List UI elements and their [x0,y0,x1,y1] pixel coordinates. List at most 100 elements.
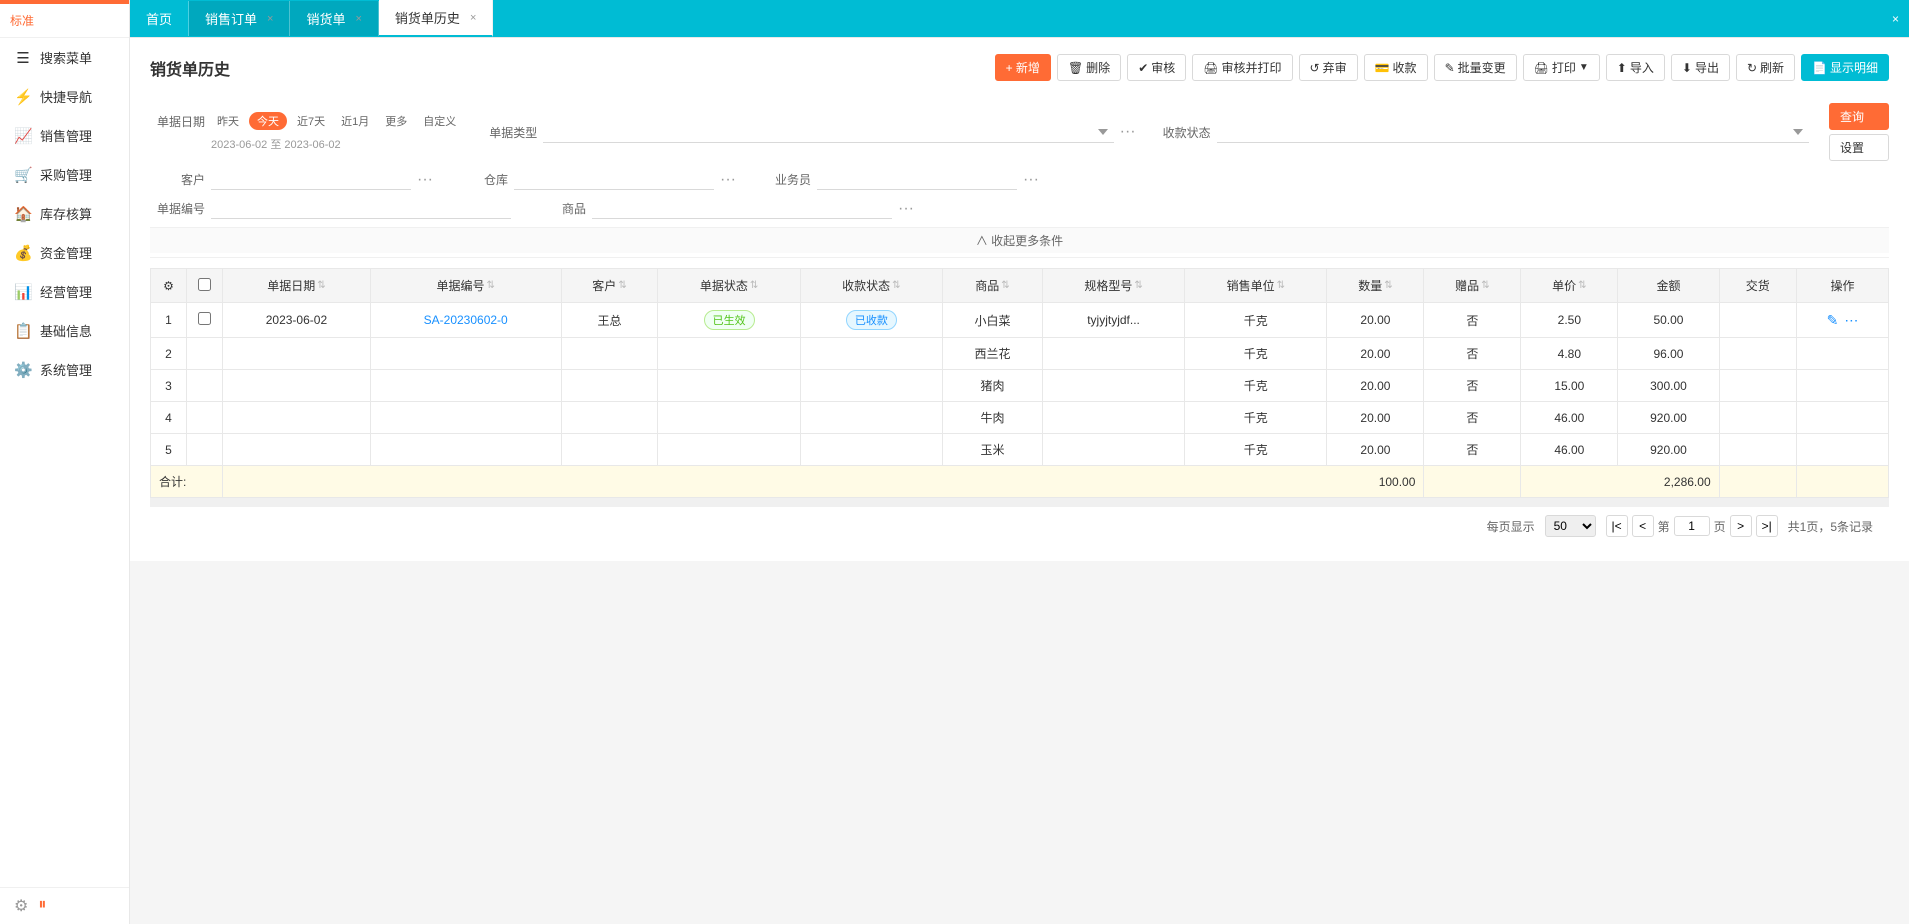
prev-page-btn[interactable]: < [1632,515,1654,537]
delete-button[interactable]: 🗑 删除 [1057,54,1121,81]
doc-number-input[interactable] [211,198,511,219]
collect-status-select[interactable] [1217,122,1809,143]
customer-dots[interactable]: ··· [417,171,433,189]
row-doc-status [658,370,800,402]
row-checkbox[interactable] [187,303,223,338]
pause-bottom-icon[interactable]: ⏸ [38,896,46,916]
sidebar-item-operations[interactable]: 📊 经营管理 [0,272,129,311]
th-doc-status[interactable]: 单据状态⇅ [658,269,800,303]
goods-dots[interactable]: ··· [898,200,914,218]
date-7days[interactable]: 近7天 [291,112,331,130]
date-yesterday[interactable]: 昨天 [211,112,245,130]
action-icons: ✎ ⋯ [1805,312,1880,329]
sidebar-item-quick-nav[interactable]: ⚡ 快捷导航 [0,77,129,116]
doc-number-link[interactable]: SA-20230602-0 [424,313,508,327]
row-checkbox[interactable] [187,402,223,434]
doc-type-select[interactable] [543,122,1113,143]
tab-sales-delivery-close[interactable]: × [355,13,361,25]
refresh-button[interactable]: ↻ 刷新 [1736,54,1795,81]
collapse-row[interactable]: ∧ 收起更多条件 [150,227,1889,253]
tab-sales-history[interactable]: 销货单历史 × [379,0,493,37]
query-button[interactable]: 查询 [1829,103,1889,130]
date-today[interactable]: 今天 [249,112,287,130]
row-doc-number[interactable] [370,434,561,466]
sort-unit-price-icon: ⇅ [1578,280,1586,291]
scrollbar-inner [150,498,1889,499]
row-doc-number[interactable] [370,402,561,434]
table-footer: 每页显示 50 100 200 |< < 第 页 > >| 共1页，5条记录 [150,506,1889,545]
row-checkbox[interactable] [187,370,223,402]
goods-input[interactable] [592,198,892,219]
delete-icon: 🗑 [1068,61,1083,75]
row-doc-number[interactable]: SA-20230602-0 [370,303,561,338]
th-doc-number[interactable]: 单据编号⇅ [370,269,561,303]
edit-action-icon[interactable]: ✎ [1827,312,1839,329]
first-page-btn[interactable]: |< [1606,515,1628,537]
th-spec[interactable]: 规格型号⇅ [1042,269,1184,303]
th-unit-price[interactable]: 单价⇅ [1521,269,1618,303]
sort-gift-icon: ⇅ [1481,280,1489,291]
sidebar-item-purchase-mgmt[interactable]: 🛒 采购管理 [0,155,129,194]
sidebar-item-sales-mgmt[interactable]: 📈 销售管理 [0,116,129,155]
date-1month[interactable]: 近1月 [335,112,375,130]
th-checkbox[interactable] [187,269,223,303]
salesperson-input[interactable] [817,169,1017,190]
page-number-input[interactable] [1674,516,1710,536]
sidebar-item-inventory[interactable]: 🏠 库存核算 [0,194,129,233]
th-settings[interactable]: ⚙ [151,269,187,303]
row-checkbox[interactable] [187,434,223,466]
batch-change-button[interactable]: ✎ 批量变更 [1434,54,1517,81]
summary-qty-cell: 100.00 [223,466,1424,498]
date-custom[interactable]: 自定义 [417,112,462,130]
row-doc-number[interactable] [370,338,561,370]
show-detail-button[interactable]: 📄 显示明细 [1801,54,1889,81]
sidebar-item-finance[interactable]: 💰 资金管理 [0,233,129,272]
tabs-close-all[interactable]: × [1892,12,1909,26]
tab-sales-order[interactable]: 销售订单 × [189,1,290,36]
row-qty: 20.00 [1327,338,1424,370]
per-page-select[interactable]: 50 100 200 [1545,515,1596,537]
tab-sales-history-close[interactable]: × [470,12,476,24]
th-gift[interactable]: 赠品⇅ [1424,269,1521,303]
customer-input[interactable] [211,169,411,190]
tab-home[interactable]: 首页 [130,1,189,36]
date-more[interactable]: 更多 [379,112,413,130]
th-doc-date[interactable]: 单据日期⇅ [223,269,371,303]
settings-bottom-icon[interactable]: ⚙ [14,896,28,916]
th-customer[interactable]: 客户⇅ [561,269,658,303]
more-action-icon[interactable]: ⋯ [1844,312,1858,329]
sidebar-item-sys-mgmt[interactable]: ⚙️ 系统管理 [0,350,129,389]
row-collect-status [800,434,942,466]
next-page-btn[interactable]: > [1730,515,1752,537]
last-page-btn[interactable]: >| [1756,515,1778,537]
sidebar-item-basic-info[interactable]: 📋 基础信息 [0,311,129,350]
warehouse-dots[interactable]: ··· [720,171,736,189]
set-button[interactable]: 设置 [1829,134,1889,161]
discard-button[interactable]: ↺ 弃审 [1299,54,1358,81]
filter-salesperson: 业务员 ··· [756,169,1039,190]
th-qty[interactable]: 数量⇅ [1327,269,1424,303]
tab-sales-delivery[interactable]: 销货单 × [290,1,378,36]
doc-number-label: 单据编号 [150,200,205,217]
print-button[interactable]: 🖨 打印 ▼ [1523,54,1600,81]
collect-button[interactable]: 💳 收款 [1364,54,1428,81]
sidebar-item-search-menu[interactable]: ☰ 搜索菜单 [0,38,129,77]
th-unit[interactable]: 销售单位⇅ [1185,269,1327,303]
warehouse-label: 仓库 [453,171,508,188]
row-unit: 千克 [1185,338,1327,370]
th-collect-status[interactable]: 收款状态⇅ [800,269,942,303]
table-scrollbar[interactable] [150,498,1889,506]
row-checkbox[interactable] [187,338,223,370]
doc-type-dots[interactable]: ··· [1120,123,1136,141]
tab-sales-order-close[interactable]: × [267,13,273,25]
import-button[interactable]: ⬆ 导入 [1606,54,1665,81]
audit-button[interactable]: ✔ 审核 [1127,54,1186,81]
new-button[interactable]: + 新增 [995,54,1051,81]
export-button[interactable]: ⬇ 导出 [1671,54,1730,81]
warehouse-input[interactable] [514,169,714,190]
select-all-checkbox[interactable] [198,278,211,291]
th-goods[interactable]: 商品⇅ [942,269,1042,303]
row-doc-number[interactable] [370,370,561,402]
salesperson-dots[interactable]: ··· [1023,171,1039,189]
audit-print-button[interactable]: 🖨 审核并打印 [1192,54,1292,81]
